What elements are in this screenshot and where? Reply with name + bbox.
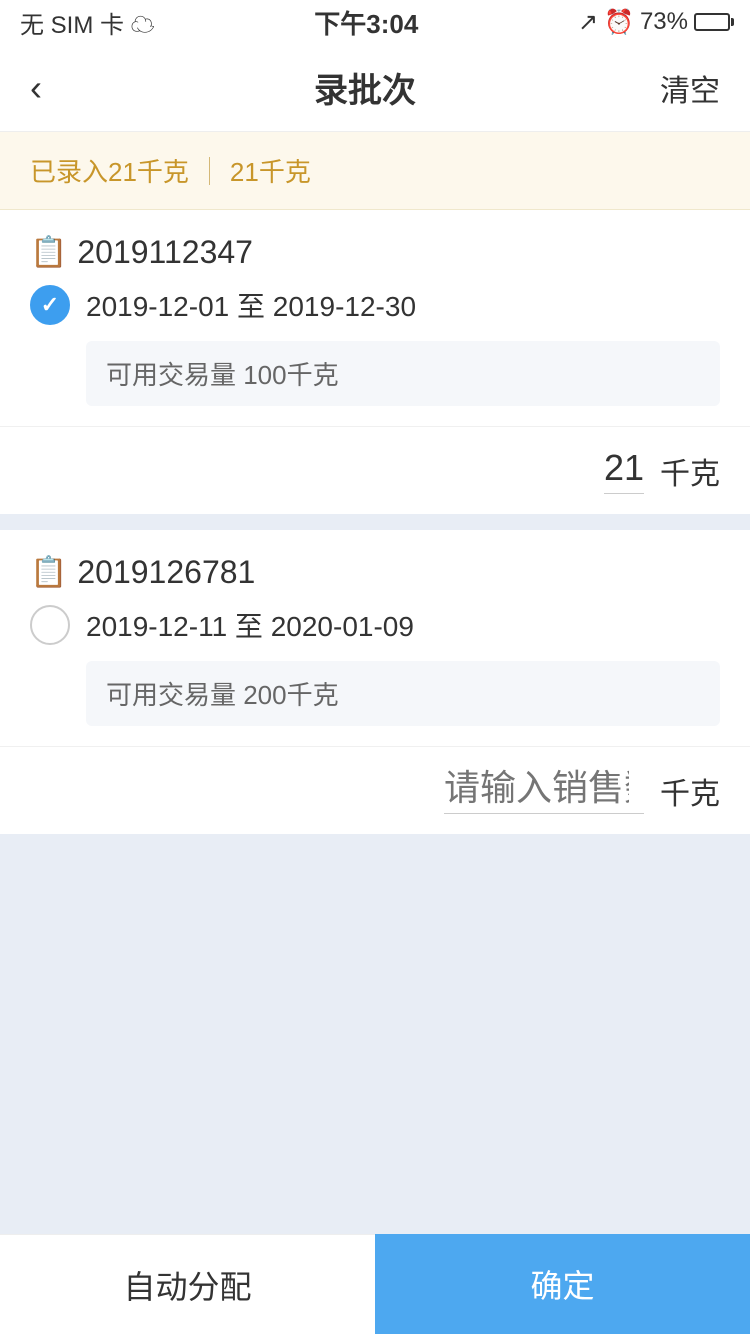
amount-unit-1: 千克 xyxy=(660,449,720,493)
radio-button-2[interactable] xyxy=(30,605,70,645)
alarm-icon: ⏰ xyxy=(604,8,634,37)
info-divider xyxy=(209,157,210,185)
batch-id-row-2: 📋 2019126781 xyxy=(30,554,720,591)
amount-value-display: 21千克 xyxy=(230,152,311,189)
batch-date-row-2[interactable]: 2019-12-11 至 2020-01-09 xyxy=(30,605,720,645)
amount-row-2: 千克 xyxy=(0,746,750,834)
back-button[interactable]: ‹ xyxy=(30,67,90,109)
sim-text: 无 SIM 卡 ☁ xyxy=(20,5,155,40)
clear-button[interactable]: 清空 xyxy=(640,66,720,110)
doc-icon-2: 📋 xyxy=(30,555,67,590)
doc-icon-1: 📋 xyxy=(30,235,67,270)
recorded-amount-tag: 已录入21千克 xyxy=(30,152,189,189)
available-row-1: 可用交易量 100千克 xyxy=(86,341,720,406)
page-title: 录批次 xyxy=(314,63,416,112)
bottom-bar: 自动分配 确定 xyxy=(0,1234,750,1334)
batch-id-1: 2019112347 xyxy=(77,234,253,271)
batch-date-1: 2019-12-01 至 2019-12-30 xyxy=(86,285,416,325)
batch-item-1: 📋 2019112347 2019-12-01 至 2019-12-30 可用交… xyxy=(0,210,750,514)
status-right: ↗ ⏰ 73% xyxy=(578,8,730,37)
nav-bar: ‹ 录批次 清空 xyxy=(0,44,750,132)
info-banner: 已录入21千克 21千克 xyxy=(0,132,750,210)
amount-row-1: 21 千克 xyxy=(0,426,750,514)
batch-date-2: 2019-12-11 至 2020-01-09 xyxy=(86,605,414,645)
batch-id-row-1: 📋 2019112347 xyxy=(30,234,720,271)
batch-item-2: 📋 2019126781 2019-12-11 至 2020-01-09 可用交… xyxy=(0,530,750,834)
available-row-2: 可用交易量 200千克 xyxy=(86,661,720,726)
battery-icon xyxy=(694,13,730,31)
auto-distribute-button[interactable]: 自动分配 xyxy=(0,1234,375,1334)
status-bar: 无 SIM 卡 ☁ 下午3:04 ↗ ⏰ 73% xyxy=(0,0,750,44)
status-left: 无 SIM 卡 ☁ xyxy=(20,5,155,40)
amount-unit-2: 千克 xyxy=(660,769,720,813)
batch-date-row-1[interactable]: 2019-12-01 至 2019-12-30 xyxy=(30,285,720,325)
content-area: 📋 2019112347 2019-12-01 至 2019-12-30 可用交… xyxy=(0,210,750,1334)
confirm-button[interactable]: 确定 xyxy=(375,1234,750,1334)
location-icon: ↗ xyxy=(578,8,598,37)
battery-text: 73% xyxy=(640,8,688,36)
quantity-input-2[interactable] xyxy=(444,767,644,809)
amount-input-wrapper-2[interactable] xyxy=(444,767,644,814)
radio-button-1[interactable] xyxy=(30,285,70,325)
batch-id-2: 2019126781 xyxy=(77,554,255,591)
gray-area xyxy=(0,834,750,1234)
section-divider xyxy=(0,514,750,530)
amount-input-wrapper-1: 21 xyxy=(604,447,644,494)
amount-value-1: 21 xyxy=(604,447,644,488)
status-time: 下午3:04 xyxy=(314,4,418,41)
